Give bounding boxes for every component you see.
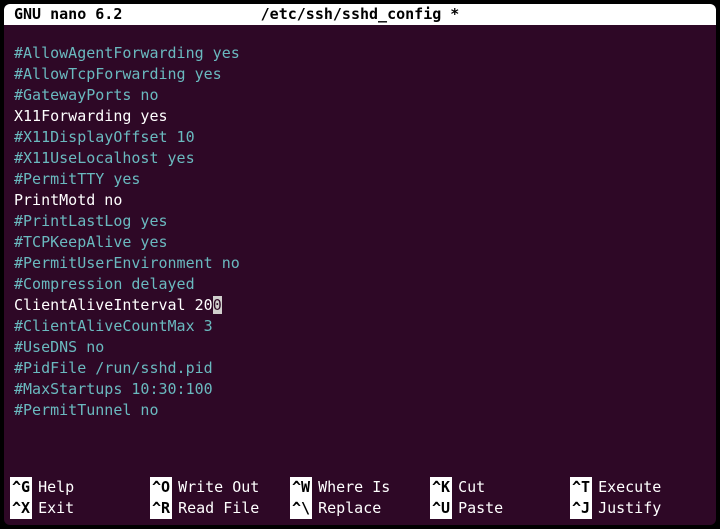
editor-line[interactable]: #TCPKeepAlive yes: [14, 232, 706, 253]
editor-line[interactable]: #ClientAliveCountMax 3: [14, 316, 706, 337]
shortcut-label: Read File: [178, 498, 259, 519]
shortcut-key: ^U: [430, 498, 452, 519]
help-shortcut[interactable]: ^W Where Is: [290, 477, 430, 498]
shortcut-key: ^T: [570, 477, 592, 498]
editor-line[interactable]: #AllowTcpForwarding yes: [14, 64, 706, 85]
help-shortcut[interactable]: ^U Paste: [430, 498, 570, 519]
help-shortcut[interactable]: ^R Read File: [150, 498, 290, 519]
editor-line[interactable]: X11Forwarding yes: [14, 106, 706, 127]
shortcut-key: ^R: [150, 498, 172, 519]
help-shortcut[interactable]: ^X Exit: [10, 498, 150, 519]
shortcut-key: ^\: [290, 498, 312, 519]
shortcut-label: Cut: [458, 477, 485, 498]
help-row: ^G Help ^O Write Out ^W Where Is ^K Cut ^T Execut…: [10, 477, 710, 498]
shortcut-label: Execute: [598, 477, 661, 498]
text-cursor: 0: [213, 296, 222, 314]
shortcut-key: ^G: [10, 477, 32, 498]
help-shortcut[interactable]: ^J Justify: [570, 498, 710, 519]
editor-line[interactable]: #GatewayPorts no: [14, 85, 706, 106]
help-shortcut[interactable]: ^K Cut: [430, 477, 570, 498]
editor-line[interactable]: #PermitTunnel no: [14, 400, 706, 421]
shortcut-label: Justify: [598, 498, 661, 519]
nano-titlebar: GNU nano 6.2 /etc/ssh/sshd_config *: [4, 4, 716, 25]
shortcut-label: Replace: [318, 498, 381, 519]
editor-content[interactable]: #AllowAgentForwarding yes#AllowTcpForwar…: [4, 25, 716, 421]
shortcut-label: Where Is: [318, 477, 390, 498]
app-name: GNU nano 6.2: [14, 4, 128, 25]
shortcut-key: ^J: [570, 498, 592, 519]
editor-line[interactable]: #Compression delayed: [14, 274, 706, 295]
terminal-window: GNU nano 6.2 /etc/ssh/sshd_config * #All…: [4, 4, 716, 525]
nano-help-bar: ^G Help ^O Write Out ^W Where Is ^K Cut ^T Execut…: [4, 477, 716, 525]
shortcut-key: ^X: [10, 498, 32, 519]
shortcut-key: ^O: [150, 477, 172, 498]
editor-line[interactable]: #UseDNS no: [14, 337, 706, 358]
editor-line[interactable]: #X11UseLocalhost yes: [14, 148, 706, 169]
editor-line[interactable]: #MaxStartups 10:30:100: [14, 379, 706, 400]
editor-line[interactable]: PrintMotd no: [14, 190, 706, 211]
editor-line[interactable]: #PrintLastLog yes: [14, 211, 706, 232]
editor-line[interactable]: #AllowAgentForwarding yes: [14, 43, 706, 64]
editor-line[interactable]: #PermitTTY yes: [14, 169, 706, 190]
help-row: ^X Exit ^R Read File ^\ Replace ^U Paste ^J Justi…: [10, 498, 710, 519]
shortcut-key: ^W: [290, 477, 312, 498]
shortcut-label: Exit: [38, 498, 74, 519]
shortcut-key: ^K: [430, 477, 452, 498]
shortcut-label: Paste: [458, 498, 503, 519]
help-shortcut[interactable]: ^T Execute: [570, 477, 710, 498]
editor-line[interactable]: #X11DisplayOffset 10: [14, 127, 706, 148]
editor-line[interactable]: #PermitUserEnvironment no: [14, 253, 706, 274]
help-shortcut[interactable]: ^\ Replace: [290, 498, 430, 519]
help-shortcut[interactable]: ^O Write Out: [150, 477, 290, 498]
editor-line[interactable]: ClientAliveInterval 200: [14, 295, 706, 316]
help-shortcut[interactable]: ^G Help: [10, 477, 150, 498]
shortcut-label: Write Out: [178, 477, 259, 498]
editor-line[interactable]: #PidFile /run/sshd.pid: [14, 358, 706, 379]
shortcut-label: Help: [38, 477, 74, 498]
